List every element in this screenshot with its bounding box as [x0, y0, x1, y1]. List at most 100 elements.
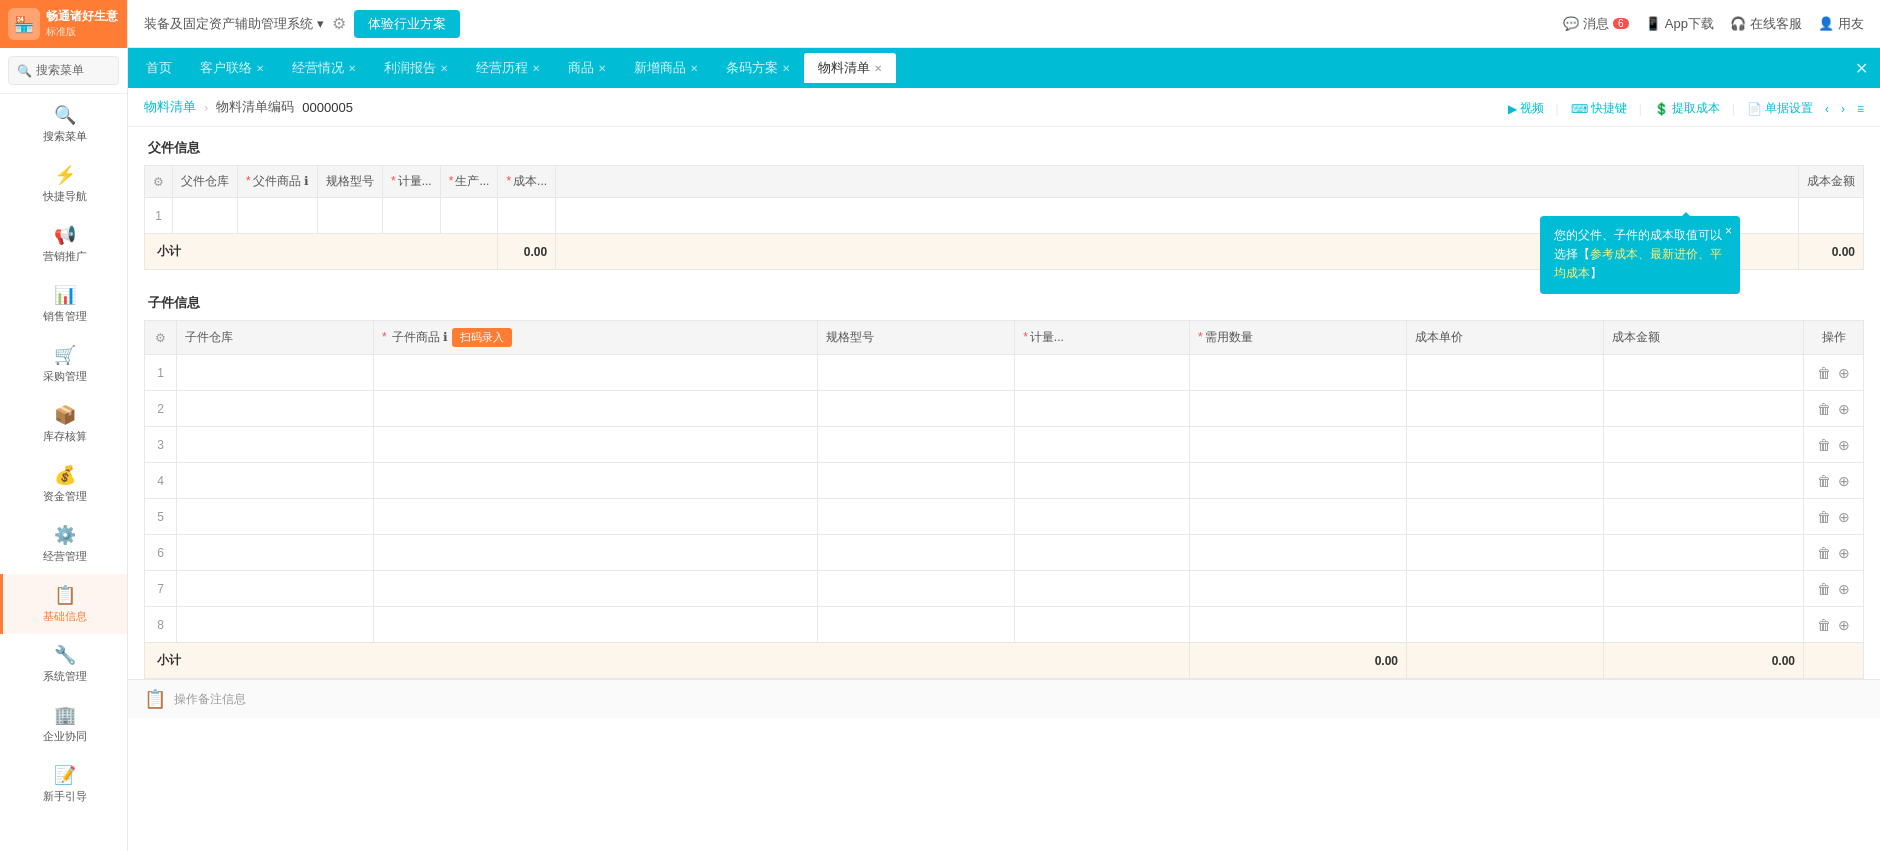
child-row-2-qty[interactable] — [1189, 391, 1406, 427]
child-row-8-unit[interactable] — [1015, 607, 1190, 643]
child-row-4-spec[interactable] — [818, 463, 1015, 499]
tab-close-history[interactable]: ✕ — [532, 63, 540, 74]
child-row-4-goods[interactable] — [373, 463, 817, 499]
nav-next-button[interactable]: › — [1841, 102, 1845, 116]
tab-bom[interactable]: 物料清单✕ — [804, 53, 896, 83]
scan-input-button[interactable]: 扫码录入 — [452, 328, 512, 347]
child-row-3-qty[interactable] — [1189, 427, 1406, 463]
sidebar-item-purchase[interactable]: 🛒采购管理 — [0, 334, 127, 394]
tab-close-goods[interactable]: ✕ — [598, 63, 606, 74]
parent-row-1-cost[interactable] — [498, 198, 556, 234]
copy-icon-5[interactable]: ⊕ — [1838, 509, 1850, 525]
copy-icon-1[interactable]: ⊕ — [1838, 365, 1850, 381]
child-row-5-unit[interactable] — [1015, 499, 1190, 535]
parent-row-1-production[interactable] — [440, 198, 498, 234]
child-row-1-warehouse[interactable] — [177, 355, 374, 391]
trial-button[interactable]: 体验行业方案 — [354, 10, 460, 38]
parent-row-1-goods[interactable] — [238, 198, 318, 234]
message-button[interactable]: 💬 消息 6 — [1563, 15, 1629, 33]
child-row-8-goods[interactable] — [373, 607, 817, 643]
child-row-7-spec[interactable] — [818, 571, 1015, 607]
tab-close-bom[interactable]: ✕ — [874, 63, 882, 74]
sidebar-item-quick-nav[interactable]: ⚡快捷导航 — [0, 154, 127, 214]
child-row-5-goods[interactable] — [373, 499, 817, 535]
child-row-1-unit-cost[interactable] — [1407, 355, 1604, 391]
delete-icon-4[interactable]: 🗑 — [1817, 473, 1831, 489]
child-row-5-spec[interactable] — [818, 499, 1015, 535]
child-row-3-unit-cost[interactable] — [1407, 427, 1604, 463]
parent-row-1-warehouse[interactable] — [173, 198, 238, 234]
child-row-5-warehouse[interactable] — [177, 499, 374, 535]
shortcuts-button[interactable]: ⌨ 快捷键 — [1571, 100, 1627, 117]
child-row-3-spec[interactable] — [818, 427, 1015, 463]
child-row-4-qty[interactable] — [1189, 463, 1406, 499]
sidebar-item-sales[interactable]: 📊销售管理 — [0, 274, 127, 334]
close-all-tabs-button[interactable]: ✕ — [1847, 59, 1876, 78]
sidebar-item-system[interactable]: 🔧系统管理 — [0, 634, 127, 694]
tab-operations[interactable]: 经营情况✕ — [278, 53, 370, 83]
parent-row-1-unit[interactable] — [383, 198, 441, 234]
tab-history[interactable]: 经营历程✕ — [462, 53, 554, 83]
breadcrumb-parent[interactable]: 物料清单 — [144, 98, 196, 116]
delete-icon-5[interactable]: 🗑 — [1817, 509, 1831, 525]
tab-close-profit[interactable]: ✕ — [440, 63, 448, 74]
child-row-4-unit[interactable] — [1015, 463, 1190, 499]
child-row-2-spec[interactable] — [818, 391, 1015, 427]
system-title[interactable]: 装备及固定资产辅助管理系统 ▾ — [144, 15, 324, 33]
get-cost-button[interactable]: 💲 提取成本 — [1654, 100, 1720, 117]
tab-home[interactable]: 首页 — [132, 53, 186, 83]
tab-close-barcode[interactable]: ✕ — [782, 63, 790, 74]
child-row-1-unit[interactable] — [1015, 355, 1190, 391]
online-service-button[interactable]: 🎧 在线客服 — [1730, 15, 1802, 33]
child-row-4-warehouse[interactable] — [177, 463, 374, 499]
delete-icon-6[interactable]: 🗑 — [1817, 545, 1831, 561]
child-row-2-warehouse[interactable] — [177, 391, 374, 427]
child-row-7-goods[interactable] — [373, 571, 817, 607]
child-row-6-qty[interactable] — [1189, 535, 1406, 571]
copy-icon-8[interactable]: ⊕ — [1838, 617, 1850, 633]
copy-icon-7[interactable]: ⊕ — [1838, 581, 1850, 597]
delete-icon-2[interactable]: 🗑 — [1817, 401, 1831, 417]
nav-prev-button[interactable]: ‹ — [1825, 102, 1829, 116]
child-row-5-unit-cost[interactable] — [1407, 499, 1604, 535]
delete-icon-8[interactable]: 🗑 — [1817, 617, 1831, 633]
child-row-1-qty[interactable] — [1189, 355, 1406, 391]
tab-customer[interactable]: 客户联络✕ — [186, 53, 278, 83]
sidebar-item-finance[interactable]: 💰资金管理 — [0, 454, 127, 514]
child-row-6-unit-cost[interactable] — [1407, 535, 1604, 571]
delete-icon-1[interactable]: 🗑 — [1817, 365, 1831, 381]
copy-icon-4[interactable]: ⊕ — [1838, 473, 1850, 489]
child-row-8-unit-cost[interactable] — [1407, 607, 1604, 643]
child-row-4-unit-cost[interactable] — [1407, 463, 1604, 499]
copy-icon-2[interactable]: ⊕ — [1838, 401, 1850, 417]
search-menu-button[interactable]: 🔍 搜索菜单 — [8, 56, 119, 85]
parent-row-1-spec[interactable] — [318, 198, 383, 234]
view-toggle-button[interactable]: ≡ — [1857, 102, 1864, 116]
child-row-1-goods[interactable] — [373, 355, 817, 391]
child-row-8-warehouse[interactable] — [177, 607, 374, 643]
child-row-2-goods[interactable] — [373, 391, 817, 427]
child-row-8-spec[interactable] — [818, 607, 1015, 643]
child-row-1-spec[interactable] — [818, 355, 1015, 391]
parent-col-settings[interactable]: ⚙ — [145, 166, 173, 198]
single-settings-button[interactable]: 📄 单据设置 — [1747, 100, 1813, 117]
copy-icon-6[interactable]: ⊕ — [1838, 545, 1850, 561]
child-row-2-unit[interactable] — [1015, 391, 1190, 427]
sidebar-item-marketing[interactable]: 📢营销推广 — [0, 214, 127, 274]
child-row-3-goods[interactable] — [373, 427, 817, 463]
sidebar-item-inventory[interactable]: 📦库存核算 — [0, 394, 127, 454]
tab-barcode[interactable]: 条码方案✕ — [712, 53, 804, 83]
delete-icon-7[interactable]: 🗑 — [1817, 581, 1831, 597]
child-row-7-unit-cost[interactable] — [1407, 571, 1604, 607]
app-download-button[interactable]: 📱 App下载 — [1645, 15, 1714, 33]
child-row-6-goods[interactable] — [373, 535, 817, 571]
child-row-6-unit[interactable] — [1015, 535, 1190, 571]
child-row-7-warehouse[interactable] — [177, 571, 374, 607]
settings-icon[interactable]: ⚙ — [332, 14, 346, 33]
child-row-3-warehouse[interactable] — [177, 427, 374, 463]
child-row-8-qty[interactable] — [1189, 607, 1406, 643]
user-menu-button[interactable]: 👤 用友 — [1818, 15, 1864, 33]
copy-icon-3[interactable]: ⊕ — [1838, 437, 1850, 453]
child-row-5-qty[interactable] — [1189, 499, 1406, 535]
delete-icon-3[interactable]: 🗑 — [1817, 437, 1831, 453]
